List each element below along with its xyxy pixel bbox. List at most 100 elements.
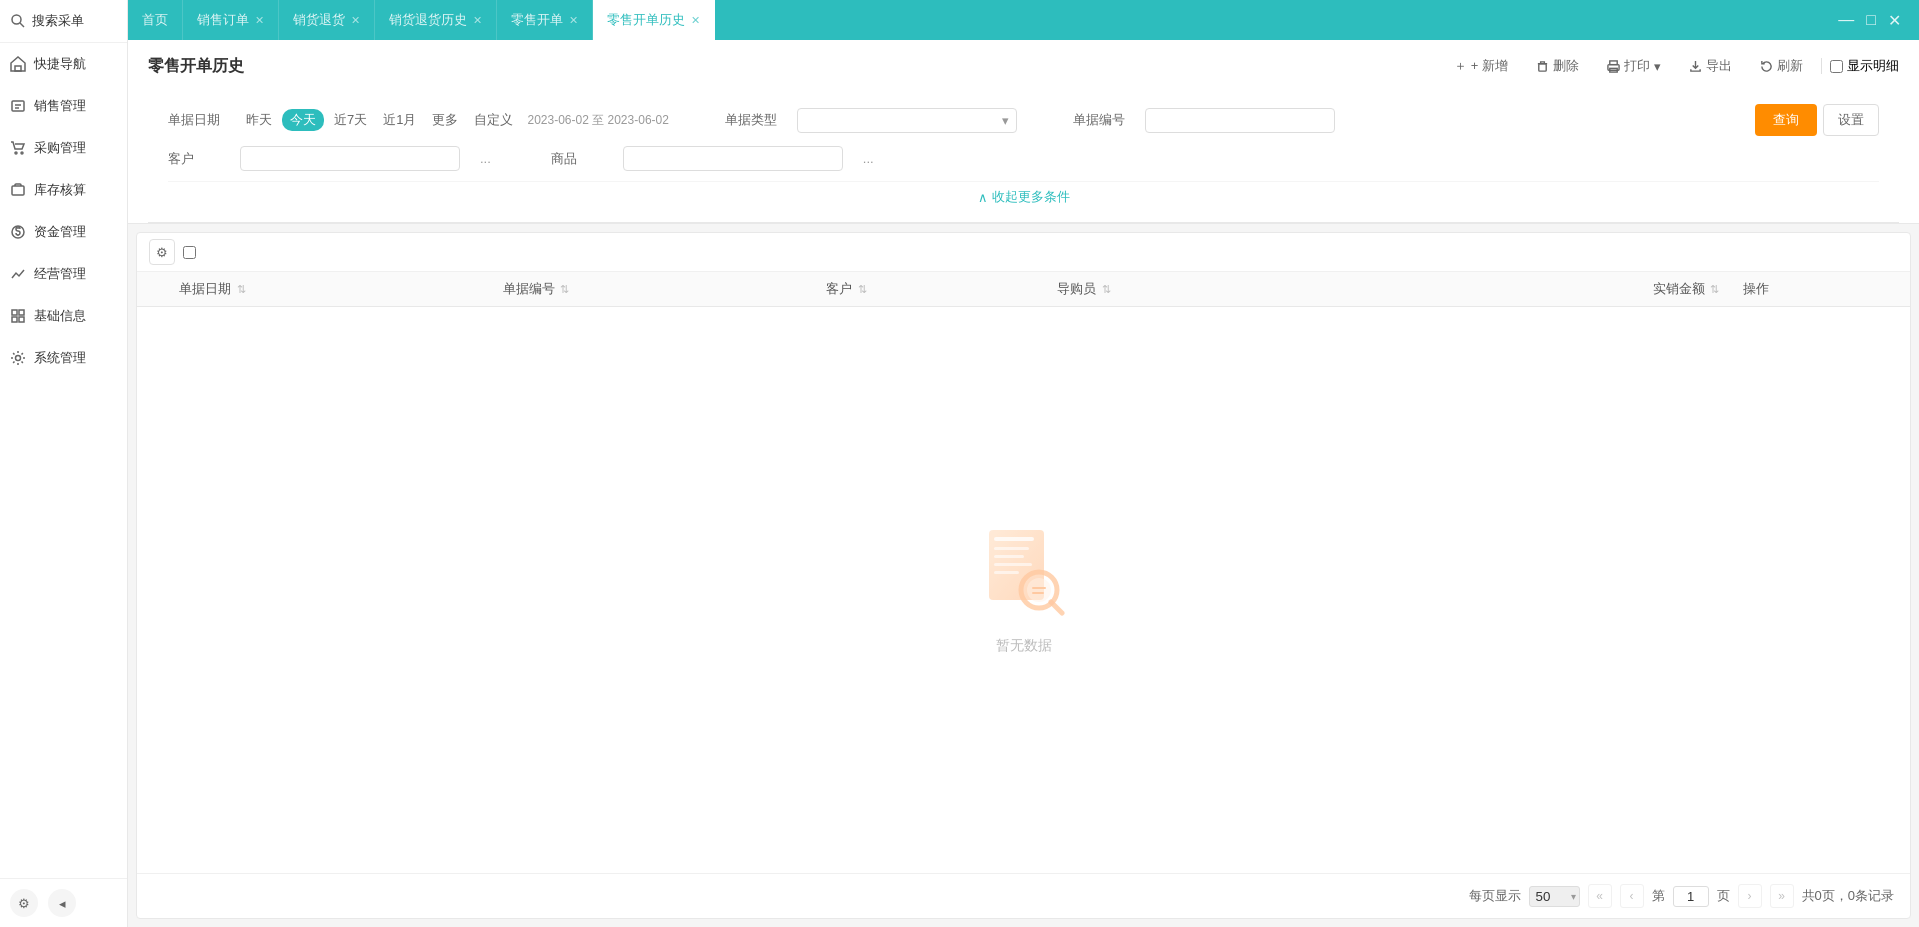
delete-icon	[1536, 60, 1549, 73]
tab-label: 零售开单	[511, 11, 563, 29]
query-button[interactable]: 查询	[1755, 104, 1817, 136]
tab-close-icon[interactable]: ✕	[473, 14, 482, 27]
tab-close-icon[interactable]: ✕	[569, 14, 578, 27]
tab-label: 首页	[142, 11, 168, 29]
tab-label: 销货退货	[293, 11, 345, 29]
sidebar-item-basic-info[interactable]: 基础信息	[0, 295, 127, 337]
svg-rect-2	[15, 66, 21, 71]
prev-page-btn[interactable]: ‹	[1620, 884, 1644, 908]
display-col-checkbox[interactable]	[1830, 60, 1843, 73]
tab-retail-open[interactable]: 零售开单 ✕	[497, 0, 593, 40]
first-page-btn[interactable]: «	[1588, 884, 1612, 908]
refresh-label: 刷新	[1777, 57, 1803, 75]
date-opt-today[interactable]: 今天	[282, 109, 324, 131]
last-page-btn[interactable]: »	[1770, 884, 1794, 908]
tab-sales-return-history[interactable]: 销货退货历史 ✕	[375, 0, 497, 40]
sort-arrows-guide: ⇅	[1102, 283, 1111, 295]
maximize-btn[interactable]: □	[1864, 9, 1878, 31]
basic-icon	[10, 308, 26, 324]
date-opt-more[interactable]: 更多	[426, 109, 464, 131]
th-date[interactable]: 单据日期 ⇅	[167, 272, 491, 307]
print-button[interactable]: 打印 ▾	[1597, 52, 1671, 80]
date-range-display: 2023-06-02 至 2023-06-02	[527, 112, 668, 129]
data-table: 单据日期 ⇅ 单据编号 ⇅ 客户 ⇅ 导购员 ⇅	[137, 272, 1910, 307]
svg-point-6	[15, 152, 17, 154]
svg-point-14	[16, 356, 21, 361]
th-guide[interactable]: 导购员 ⇅	[1045, 272, 1322, 307]
sidebar-item-label: 采购管理	[34, 139, 86, 157]
th-spacer	[1322, 272, 1408, 307]
tab-bar-right: — □ ✕	[1836, 9, 1919, 32]
sidebar-item-label: 资金管理	[34, 223, 86, 241]
date-options: 昨天 今天 近7天 近1月 更多 自定义 2023-06-02 至 2023-0…	[240, 109, 669, 131]
tab-label: 销货退货历史	[389, 11, 467, 29]
next-page-btn[interactable]: ›	[1738, 884, 1762, 908]
sidebar-item-sys-mgmt[interactable]: 系统管理	[0, 337, 127, 379]
date-opt-lastmonth[interactable]: 近1月	[377, 109, 422, 131]
column-settings-btn[interactable]: ⚙	[149, 239, 175, 265]
customer-input[interactable]	[240, 146, 460, 171]
date-opt-last7[interactable]: 近7天	[328, 109, 373, 131]
goods-dots[interactable]: ...	[859, 151, 878, 166]
display-col-toggle[interactable]: 显示明细	[1830, 57, 1899, 75]
collapse-icon: ◂	[59, 896, 66, 911]
tab-sales-order[interactable]: 销售订单 ✕	[183, 0, 279, 40]
table-head: 单据日期 ⇅ 单据编号 ⇅ 客户 ⇅ 导购员 ⇅	[137, 272, 1910, 307]
delete-button[interactable]: 删除	[1526, 52, 1589, 80]
filter-row-1: 单据日期 昨天 今天 近7天 近1月 更多 自定义 2023-06-02 至 2…	[168, 104, 1879, 136]
customer-dots[interactable]: ...	[476, 151, 495, 166]
sidebar-item-inventory[interactable]: 库存核算	[0, 169, 127, 211]
per-page-select[interactable]: 10 20 50 100	[1529, 886, 1580, 907]
per-page-label: 每页显示	[1469, 887, 1521, 905]
page-num-input[interactable]	[1673, 886, 1709, 907]
add-button[interactable]: ＋ + 新增	[1444, 52, 1518, 80]
sidebar-item-sales-mgmt[interactable]: 销售管理	[0, 85, 127, 127]
purchase-icon	[10, 140, 26, 156]
refresh-icon	[1760, 60, 1773, 73]
sidebar-search[interactable]: 搜索采单	[0, 0, 127, 43]
th-amount[interactable]: 实销金额 ⇅	[1408, 272, 1732, 307]
svg-rect-23	[994, 563, 1032, 566]
collapse-more-btn[interactable]: ∧ 收起更多条件	[168, 181, 1879, 210]
tab-close-icon[interactable]: ✕	[351, 14, 360, 27]
collapse-sidebar-btn[interactable]: ◂	[48, 889, 76, 917]
search-icon	[10, 13, 26, 29]
sidebar-item-quick-nav[interactable]: 快捷导航	[0, 43, 127, 85]
type-select[interactable]	[797, 108, 1017, 133]
settings-bottom-btn[interactable]: ⚙	[10, 889, 38, 917]
svg-point-9	[12, 226, 24, 238]
tab-sales-return[interactable]: 销货退货 ✕	[279, 0, 375, 40]
export-button[interactable]: 导出	[1679, 52, 1742, 80]
sys-icon	[10, 350, 26, 366]
th-guide-label: 导购员	[1057, 281, 1096, 296]
sidebar-item-operation[interactable]: 经营管理	[0, 253, 127, 295]
display-col-label: 显示明细	[1847, 57, 1899, 75]
gear-icon: ⚙	[18, 896, 30, 911]
th-action-label: 操作	[1743, 281, 1769, 296]
select-all-checkbox[interactable]	[183, 246, 196, 259]
sidebar-item-finance[interactable]: 资金管理	[0, 211, 127, 253]
pagination: 每页显示 10 20 50 100 « ‹ 第 页 › » 共0页，0条记录	[137, 873, 1910, 918]
filter-settings-button[interactable]: 设置	[1823, 104, 1879, 136]
tab-bar: 首页 销售订单 ✕ 销货退货 ✕ 销货退货历史 ✕ 零售开单 ✕ 零售开单历史 …	[128, 0, 1919, 40]
goods-input[interactable]	[623, 146, 843, 171]
customer-label: 客户	[168, 150, 224, 168]
type-label: 单据类型	[725, 111, 781, 129]
svg-rect-12	[12, 317, 17, 322]
refresh-button[interactable]: 刷新	[1750, 52, 1813, 80]
tab-home[interactable]: 首页	[128, 0, 183, 40]
close-window-btn[interactable]: ✕	[1886, 9, 1903, 32]
minimize-btn[interactable]: —	[1836, 9, 1856, 31]
th-customer[interactable]: 客户 ⇅	[814, 272, 1045, 307]
date-opt-custom[interactable]: 自定义	[468, 109, 519, 131]
th-num-label: 单据编号	[503, 281, 555, 296]
svg-rect-8	[12, 186, 24, 195]
th-num[interactable]: 单据编号 ⇅	[491, 272, 815, 307]
num-input[interactable]	[1145, 108, 1335, 133]
tab-retail-history[interactable]: 零售开单历史 ✕	[593, 0, 715, 40]
date-opt-yesterday[interactable]: 昨天	[240, 109, 278, 131]
toolbar: ＋ + 新增 删除 打印 ▾	[1444, 52, 1899, 80]
sidebar-item-purchase-mgmt[interactable]: 采购管理	[0, 127, 127, 169]
tab-close-icon[interactable]: ✕	[255, 14, 264, 27]
tab-close-icon[interactable]: ✕	[691, 14, 700, 27]
